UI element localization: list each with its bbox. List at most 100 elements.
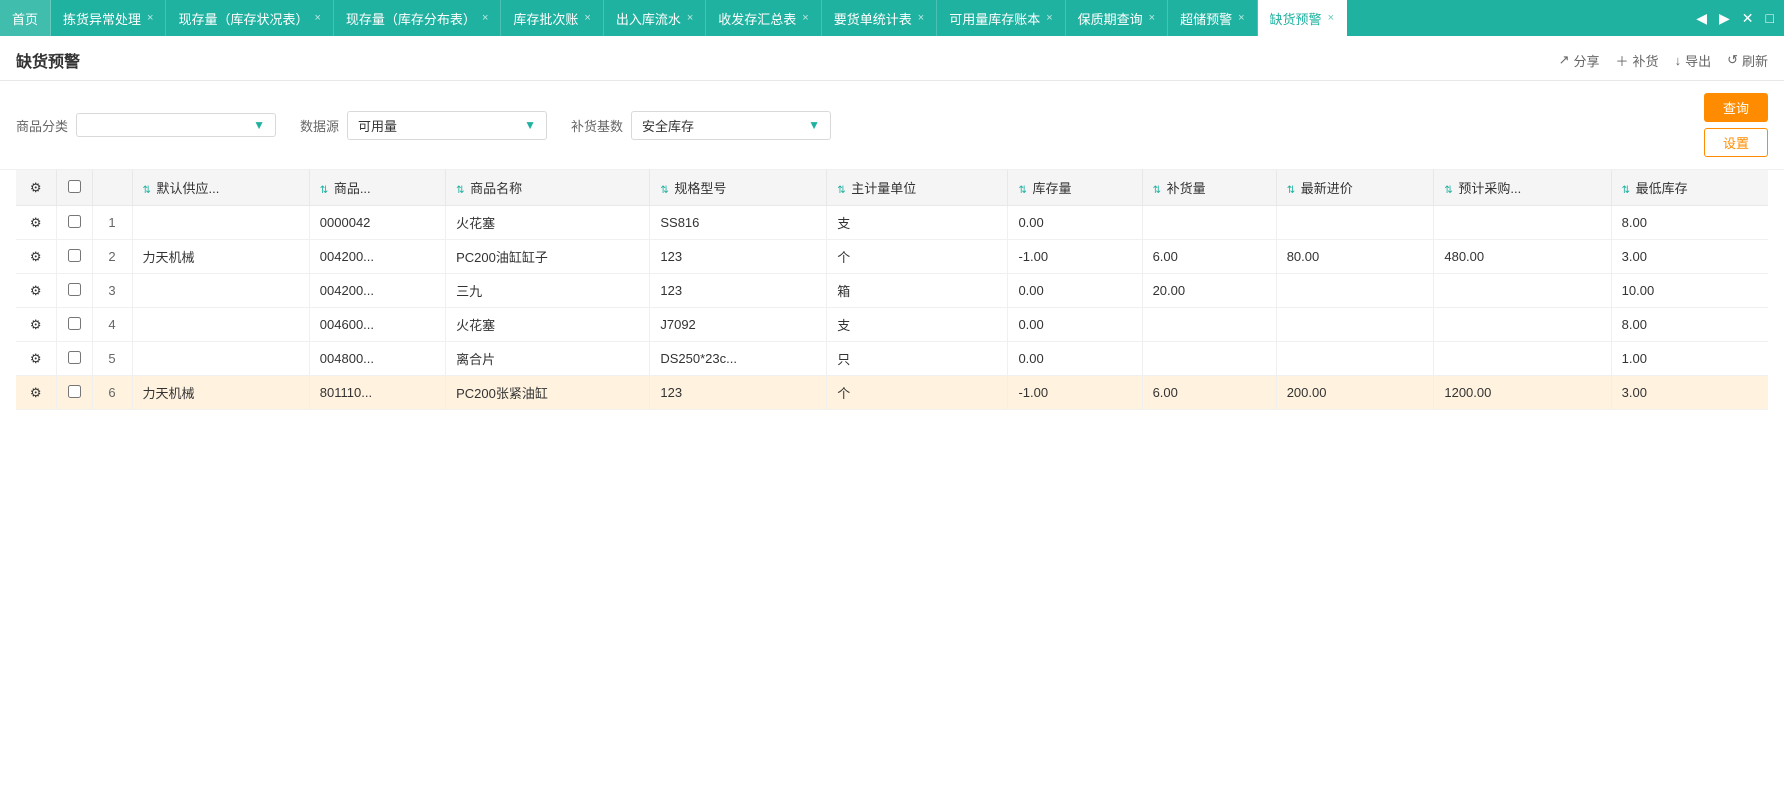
main-table: ⚙ ⇅ 默认供应... ⇅ 商品... ⇅	[16, 170, 1768, 410]
tab-flow[interactable]: 出入库流水 ×	[604, 0, 706, 36]
row-product-code: 004600...	[309, 308, 445, 342]
col-product-code-header[interactable]: ⇅ 商品...	[309, 170, 445, 206]
tab-close[interactable]: ×	[1149, 12, 1155, 24]
tab-close[interactable]: ×	[314, 12, 320, 24]
col-replenish-label: 补货量	[1167, 181, 1206, 196]
tab-nav-prev[interactable]: ◀	[1690, 8, 1713, 29]
col-min-stock-header[interactable]: ⇅ 最低库存	[1611, 170, 1768, 206]
row-gear[interactable]: ⚙	[16, 376, 56, 410]
row-check[interactable]	[56, 342, 92, 376]
row-latest-price: 80.00	[1276, 240, 1434, 274]
row-check[interactable]	[56, 274, 92, 308]
tab-nav-next[interactable]: ▶	[1713, 8, 1736, 29]
row-spec: 123	[650, 376, 827, 410]
col-unit-header[interactable]: ⇅ 主计量单位	[827, 170, 1008, 206]
tab-close[interactable]: ×	[1238, 12, 1244, 24]
filter-actions: 查询 设置	[1704, 93, 1768, 157]
row-spec: SS816	[650, 206, 827, 240]
sort-icon: ⇅	[320, 185, 328, 196]
tab-nav-buttons: ◀ ▶ ✕ □	[1686, 8, 1784, 29]
col-product-code-label: 商品...	[334, 181, 371, 196]
row-stock: 0.00	[1008, 342, 1142, 376]
row-checkbox[interactable]	[68, 317, 81, 330]
tab-close[interactable]: ×	[1328, 12, 1334, 24]
filter-datasource-select[interactable]: 可用量 ▼	[347, 111, 547, 140]
col-min-stock-label: 最低库存	[1636, 181, 1688, 196]
row-gear[interactable]: ⚙	[16, 308, 56, 342]
row-replenish	[1142, 206, 1276, 240]
col-check-header[interactable]	[56, 170, 92, 206]
refresh-icon: ↺	[1727, 52, 1738, 68]
row-gear[interactable]: ⚙	[16, 206, 56, 240]
tab-label: 超储预警	[1180, 9, 1232, 28]
row-checkbox[interactable]	[68, 283, 81, 296]
filter-category-select[interactable]: ▼	[76, 113, 276, 137]
row-unit: 个	[827, 376, 1008, 410]
tab-stock2[interactable]: 现存量（库存分布表） ×	[334, 0, 501, 36]
table-row: ⚙ 4 004600... 火花塞 J7092 支 0.00 8.00	[16, 308, 1768, 342]
tab-label: 首页	[12, 9, 38, 28]
tab-home[interactable]: 首页	[0, 0, 51, 36]
tab-close-all[interactable]: ✕	[1736, 8, 1760, 29]
row-checkbox[interactable]	[68, 351, 81, 364]
row-replenish: 6.00	[1142, 376, 1276, 410]
filter-replenish-select[interactable]: 安全库存 ▼	[631, 111, 831, 140]
row-checkbox[interactable]	[68, 385, 81, 398]
row-unit: 箱	[827, 274, 1008, 308]
replenish-button[interactable]: ＋ 补货	[1616, 51, 1659, 70]
query-button[interactable]: 查询	[1704, 93, 1768, 122]
tab-batch[interactable]: 库存批次账 ×	[501, 0, 603, 36]
row-est-purchase	[1434, 274, 1611, 308]
tab-label: 可用量库存账本	[949, 9, 1040, 28]
refresh-button[interactable]: ↺ 刷新	[1727, 51, 1768, 70]
row-checkbox[interactable]	[68, 249, 81, 262]
sort-icon: ⇅	[1153, 185, 1161, 196]
tab-close[interactable]: ×	[1046, 12, 1052, 24]
tab-close[interactable]: ×	[687, 12, 693, 24]
tab-label: 现存量（库存状况表）	[178, 9, 308, 28]
export-button[interactable]: ↓ 导出	[1675, 51, 1712, 70]
col-gear-header[interactable]: ⚙	[16, 170, 56, 206]
col-spec-header[interactable]: ⇅ 规格型号	[650, 170, 827, 206]
tab-shortage[interactable]: 缺货预警 ×	[1258, 0, 1347, 36]
row-check[interactable]	[56, 206, 92, 240]
tab-stock1[interactable]: 现存量（库存状况表） ×	[166, 0, 333, 36]
row-supplier	[132, 206, 309, 240]
row-latest-price	[1276, 274, 1434, 308]
row-latest-price	[1276, 206, 1434, 240]
tab-overstock[interactable]: 超储预警 ×	[1168, 0, 1257, 36]
col-stock-header[interactable]: ⇅ 库存量	[1008, 170, 1142, 206]
tab-close[interactable]: ×	[802, 12, 808, 24]
col-supplier-header[interactable]: ⇅ 默认供应...	[132, 170, 309, 206]
tab-close[interactable]: ×	[584, 12, 590, 24]
replenish-label: 补货	[1633, 51, 1659, 70]
row-checkbox[interactable]	[68, 215, 81, 228]
tab-close[interactable]: ×	[147, 12, 153, 24]
tab-anomaly[interactable]: 拣货异常处理 ×	[51, 0, 166, 36]
settings-button[interactable]: 设置	[1704, 128, 1768, 157]
tab-close[interactable]: ×	[482, 12, 488, 24]
row-check[interactable]	[56, 240, 92, 274]
row-stock: -1.00	[1008, 376, 1142, 410]
col-latest-price-header[interactable]: ⇅ 最新进价	[1276, 170, 1434, 206]
select-all-checkbox[interactable]	[68, 180, 81, 193]
tab-maximize[interactable]: □	[1760, 8, 1780, 28]
col-est-purchase-header[interactable]: ⇅ 预计采购...	[1434, 170, 1611, 206]
row-check[interactable]	[56, 308, 92, 342]
tab-available[interactable]: 可用量库存账本 ×	[937, 0, 1065, 36]
tab-receipt[interactable]: 收发存汇总表 ×	[706, 0, 821, 36]
col-replenish-header[interactable]: ⇅ 补货量	[1142, 170, 1276, 206]
table-row: ⚙ 1 0000042 火花塞 SS816 支 0.00 8.00	[16, 206, 1768, 240]
row-supplier: 力天机械	[132, 240, 309, 274]
col-product-name-label: 商品名称	[470, 181, 522, 196]
row-gear[interactable]: ⚙	[16, 240, 56, 274]
share-button[interactable]: ↗ 分享	[1559, 51, 1600, 70]
col-product-name-header[interactable]: ⇅ 商品名称	[446, 170, 650, 206]
row-gear[interactable]: ⚙	[16, 274, 56, 308]
tab-close[interactable]: ×	[918, 12, 924, 24]
row-num: 5	[92, 342, 132, 376]
tab-demand[interactable]: 要货单统计表 ×	[822, 0, 937, 36]
tab-expiry[interactable]: 保质期查询 ×	[1066, 0, 1168, 36]
row-check[interactable]	[56, 376, 92, 410]
row-gear[interactable]: ⚙	[16, 342, 56, 376]
